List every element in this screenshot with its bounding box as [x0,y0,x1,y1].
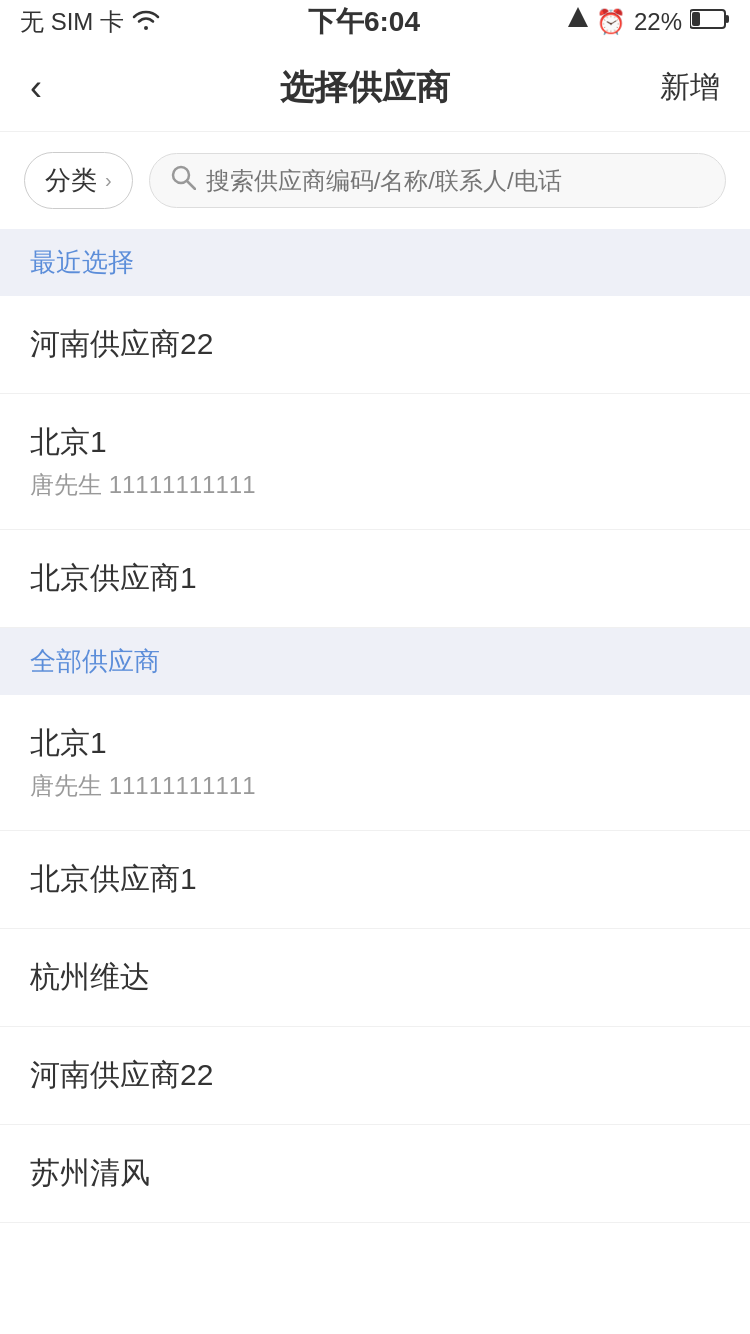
svg-rect-2 [692,12,700,26]
list-item[interactable]: 北京1 唐先生 11111111111 [0,695,750,831]
search-input[interactable] [206,167,705,195]
category-label: 分类 [45,163,97,198]
status-time: 下午6:04 [308,3,420,41]
add-button[interactable]: 新增 [640,67,720,108]
list-item[interactable]: 北京供应商1 [0,530,750,628]
search-box[interactable] [149,153,726,208]
list-item[interactable]: 河南供应商22 [0,1027,750,1125]
item-name: 北京1 [30,422,720,463]
status-bar: 无 SIM 卡 下午6:04 ⏰ 22% [0,0,750,44]
carrier-text: 无 SIM 卡 [20,6,124,38]
back-button[interactable]: ‹ [30,67,90,109]
list-item[interactable]: 北京1 唐先生 11111111111 [0,394,750,530]
wifi-icon [132,8,160,36]
item-name: 河南供应商22 [30,1055,720,1096]
all-section-header: 全部供应商 [0,628,750,695]
all-section-label: 全部供应商 [30,646,160,676]
all-items-list: 北京1 唐先生 11111111111 北京供应商1 杭州维达河南供应商22 苏州清风 [0,695,750,1223]
svg-rect-1 [725,15,729,23]
recent-section-label: 最近选择 [30,247,134,277]
item-name: 北京1 [30,723,720,764]
item-name: 河南供应商22 [30,324,720,365]
list-item[interactable]: 河南供应商22 [0,296,750,394]
search-icon [170,164,196,197]
list-item[interactable]: 苏州清风 [0,1125,750,1223]
item-name: 北京供应商1 [30,859,720,900]
svg-line-4 [187,181,195,189]
battery-icon [690,8,730,36]
category-filter[interactable]: 分类 › [24,152,133,209]
item-name: 杭州维达 [30,957,720,998]
page-title: 选择供应商 [280,65,450,111]
item-name: 北京供应商1 [30,558,720,599]
chevron-right-icon: › [105,169,112,192]
recent-section-header: 最近选择 [0,229,750,296]
item-sub: 唐先生 11111111111 [30,469,720,501]
item-sub: 唐先生 11111111111 [30,770,720,802]
alarm-icon: ⏰ [596,8,626,36]
filter-bar: 分类 › [0,132,750,229]
nav-bar: ‹ 选择供应商 新增 [0,44,750,132]
battery-percent: 22% [634,8,682,36]
status-left: 无 SIM 卡 [20,6,160,38]
location-icon [568,7,588,37]
list-item[interactable]: 杭州维达 [0,929,750,1027]
recent-items-list: 河南供应商22 北京1 唐先生 11111111111 北京供应商1 [0,296,750,628]
list-item[interactable]: 北京供应商1 [0,831,750,929]
item-name: 苏州清风 [30,1153,720,1194]
status-right: ⏰ 22% [568,7,730,37]
